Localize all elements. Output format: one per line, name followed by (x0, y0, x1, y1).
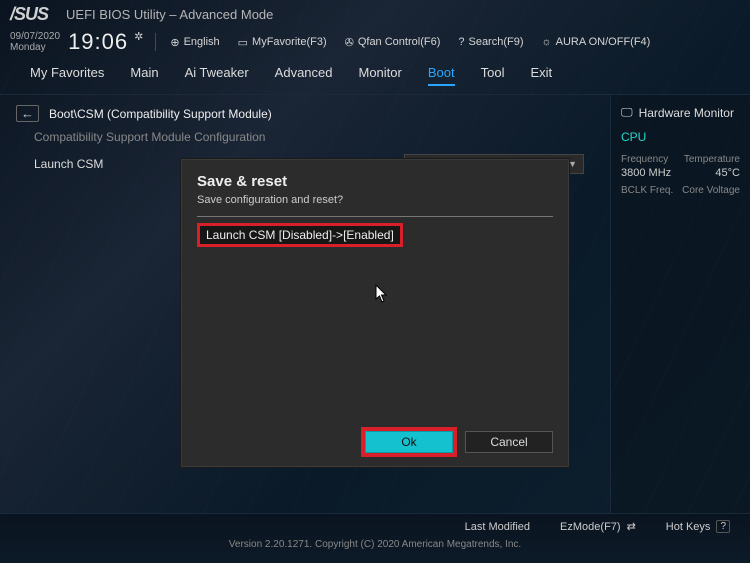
save-reset-dialog: Save & reset Save configuration and rese… (180, 158, 570, 468)
tab-advanced[interactable]: Advanced (275, 61, 333, 86)
breadcrumb: ← Boot\CSM (Compatibility Support Module… (16, 105, 594, 122)
tab-myfavorites[interactable]: My Favorites (30, 61, 104, 86)
change-item: Launch CSM [Disabled]->[Enabled] (197, 223, 403, 247)
hardware-monitor-panel: 🖵 Hardware Monitor CPU Frequency Tempera… (610, 95, 750, 515)
tab-tool[interactable]: Tool (481, 61, 505, 86)
volt-label: Core Voltage (682, 185, 740, 196)
tab-main[interactable]: Main (130, 61, 158, 86)
swap-icon: ⇄ (627, 520, 636, 533)
section-header: Compatibility Support Module Configurati… (34, 130, 594, 144)
temp-label: Temperature (684, 154, 740, 165)
tab-monitor[interactable]: Monitor (359, 61, 402, 86)
bclk-label: BCLK Freq. (621, 185, 673, 196)
hotkeys-button[interactable]: Hot Keys ? (666, 520, 730, 533)
sun-icon: ☼ (542, 36, 552, 48)
tab-aitweaker[interactable]: Ai Tweaker (185, 61, 249, 86)
nav-tabs: My Favorites Main Ai Tweaker Advanced Mo… (0, 61, 750, 95)
breadcrumb-text: Boot\CSM (Compatibility Support Module) (49, 107, 272, 121)
freq-value: 3800 MHz (621, 167, 671, 179)
ezmode-button[interactable]: EzMode(F7) ⇄ (560, 520, 636, 533)
copyright-text: Version 2.20.1271. Copyright (C) 2020 Am… (0, 535, 750, 550)
dialog-title: Save & reset (197, 173, 553, 190)
ok-button[interactable]: Ok (365, 431, 453, 453)
temp-value: 45°C (715, 167, 740, 179)
aura-button[interactable]: ☼ AURA ON/OFF(F4) (538, 34, 655, 50)
header-bar: /SUS UEFI BIOS Utility – Advanced Mode (0, 0, 750, 27)
time-text: 19:06 (68, 29, 128, 55)
tab-exit[interactable]: Exit (530, 61, 552, 86)
question-icon: ? (458, 36, 464, 48)
screen-icon: ▭ (238, 36, 248, 49)
cpu-section-label: CPU (621, 130, 740, 144)
back-button[interactable]: ← (16, 105, 39, 122)
page-title: UEFI BIOS Utility – Advanced Mode (66, 7, 273, 22)
date-text: 09/07/2020 (10, 31, 60, 42)
separator (155, 33, 156, 51)
myfavorite-button[interactable]: ▭ MyFavorite(F3) (234, 34, 331, 51)
dialog-subtitle: Save configuration and reset? (197, 194, 553, 206)
cancel-button[interactable]: Cancel (465, 431, 553, 453)
gear-icon[interactable]: ✲ (134, 30, 143, 43)
tab-boot[interactable]: Boot (428, 61, 455, 86)
fan-icon: ✇ (345, 36, 354, 49)
qfan-button[interactable]: ✇ Qfan Control(F6) (341, 34, 445, 51)
globe-icon: ⊕ (170, 36, 179, 49)
footer: Last Modified EzMode(F7) ⇄ Hot Keys ? Ve… (0, 513, 750, 563)
brand-logo: /SUS (10, 4, 48, 25)
freq-label: Frequency (621, 154, 668, 165)
day-text: Monday (10, 42, 60, 53)
dialog-divider (197, 216, 553, 217)
search-button[interactable]: ? Search(F9) (454, 34, 527, 50)
datetime-block: 09/07/2020 Monday 19:06 ✲ (10, 29, 145, 55)
mouse-cursor (375, 284, 389, 304)
question-key-icon: ? (716, 520, 730, 533)
monitor-icon: 🖵 (621, 105, 633, 120)
last-modified-button[interactable]: Last Modified (465, 520, 530, 533)
top-toolbar: 09/07/2020 Monday 19:06 ✲ ⊕ English ▭ My… (0, 27, 750, 61)
hwmon-title: Hardware Monitor (639, 106, 734, 120)
language-selector[interactable]: ⊕ English (166, 34, 223, 51)
